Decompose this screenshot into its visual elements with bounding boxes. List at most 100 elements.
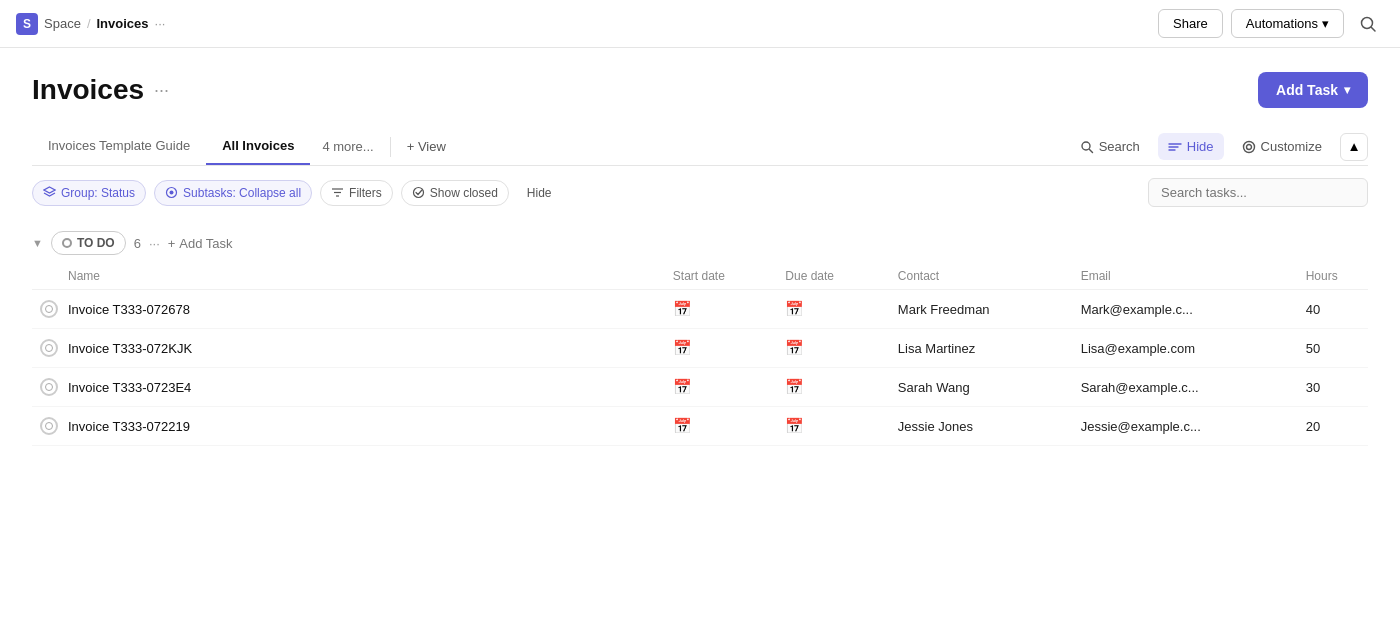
filters-label: Filters	[349, 186, 382, 200]
col-contact: Contact	[890, 263, 1073, 290]
search-label: Search	[1099, 139, 1140, 154]
status-label: TO DO	[77, 236, 115, 250]
search-tasks-input[interactable]	[1148, 178, 1368, 207]
hide-action-button[interactable]: Hide	[1158, 133, 1224, 160]
group-filter-label: Group: Status	[61, 186, 135, 200]
calendar-icon: 📅	[673, 378, 692, 395]
svg-point-14	[413, 188, 423, 198]
show-closed-label: Show closed	[430, 186, 498, 200]
task-name[interactable]: Invoice T333-072KJK	[68, 341, 192, 356]
task-start-date[interactable]: 📅	[665, 368, 778, 407]
space-label: Space	[44, 16, 81, 31]
collapse-icon: ▲	[1347, 139, 1360, 154]
task-name[interactable]: Invoice T333-0723E4	[68, 380, 191, 395]
task-contact: Jessie Jones	[890, 407, 1073, 446]
task-email: Sarah@example.c...	[1073, 368, 1298, 407]
breadcrumb-more[interactable]: ···	[155, 16, 166, 31]
section-add-task[interactable]: + Add Task	[168, 236, 233, 251]
task-email: Jessie@example.c...	[1073, 407, 1298, 446]
task-status-icon[interactable]	[40, 417, 58, 435]
calendar-icon: 📅	[785, 339, 804, 356]
calendar-icon: 📅	[673, 339, 692, 356]
space-icon[interactable]: S	[16, 13, 38, 35]
subtasks-filter[interactable]: Subtasks: Collapse all	[154, 180, 312, 206]
task-name-cell: Invoice T333-072678	[32, 290, 665, 329]
filters-row: Group: Status Subtasks: Collapse all Fil…	[32, 166, 1368, 219]
task-name[interactable]: Invoice T333-072678	[68, 302, 190, 317]
breadcrumb: S Space / Invoices ···	[16, 13, 165, 35]
tab-actions: Search Hide Customize ▲	[1070, 133, 1368, 161]
page-title-more[interactable]: ···	[154, 80, 169, 101]
add-task-section-label: Add Task	[179, 236, 232, 251]
page-title: Invoices	[32, 74, 144, 106]
task-contact: Lisa Martinez	[890, 329, 1073, 368]
add-task-chevron-icon: ▾	[1344, 83, 1350, 97]
svg-line-3	[1089, 149, 1092, 152]
subtasks-icon	[165, 186, 178, 199]
tabs-bar: Invoices Template Guide All Invoices 4 m…	[32, 128, 1368, 166]
tab-collapse-button[interactable]: ▲	[1340, 133, 1368, 161]
tab-add-view[interactable]: + View	[395, 129, 458, 164]
filters-button[interactable]: Filters	[320, 180, 393, 206]
task-start-date[interactable]: 📅	[665, 407, 778, 446]
topbar-actions: Share Automations ▾	[1158, 8, 1384, 40]
task-status-inner-icon	[45, 305, 53, 313]
task-status-icon[interactable]	[40, 300, 58, 318]
status-dot-icon	[62, 238, 72, 248]
status-badge: TO DO	[51, 231, 126, 255]
automations-button[interactable]: Automations ▾	[1231, 9, 1344, 38]
task-due-date[interactable]: 📅	[777, 290, 890, 329]
add-task-button[interactable]: Add Task ▾	[1258, 72, 1368, 108]
table-row: Invoice T333-072KJK 📅 📅 Lisa Martinez Li…	[32, 329, 1368, 368]
svg-point-7	[1246, 144, 1251, 149]
section-header: ▼ TO DO 6 ··· + Add Task	[32, 219, 1368, 263]
add-task-label: Add Task	[1276, 82, 1338, 98]
calendar-icon: 📅	[785, 300, 804, 317]
tab-invoices-template-guide[interactable]: Invoices Template Guide	[32, 128, 206, 165]
page-title-row: Invoices ···	[32, 74, 169, 106]
task-start-date[interactable]: 📅	[665, 329, 778, 368]
topbar: S Space / Invoices ··· Share Automations…	[0, 0, 1400, 48]
add-task-icon: +	[168, 236, 176, 251]
task-name-cell: Invoice T333-0723E4	[32, 368, 665, 407]
task-name[interactable]: Invoice T333-072219	[68, 419, 190, 434]
task-hours: 20	[1298, 407, 1368, 446]
svg-point-0	[1362, 17, 1373, 28]
table-header: Name Start date Due date Contact Email H…	[32, 263, 1368, 290]
tab-all-invoices[interactable]: All Invoices	[206, 128, 310, 165]
task-due-date[interactable]: 📅	[777, 329, 890, 368]
task-due-date[interactable]: 📅	[777, 407, 890, 446]
section-toggle[interactable]: ▼	[32, 237, 43, 249]
show-closed-filter[interactable]: Show closed	[401, 180, 509, 206]
table-row: Invoice T333-0723E4 📅 📅 Sarah Wang Sarah…	[32, 368, 1368, 407]
tab-more[interactable]: 4 more...	[310, 129, 385, 164]
svg-point-10	[170, 191, 174, 195]
col-email: Email	[1073, 263, 1298, 290]
task-status-icon[interactable]	[40, 339, 58, 357]
task-start-date[interactable]: 📅	[665, 290, 778, 329]
topbar-search-button[interactable]	[1352, 8, 1384, 40]
col-hours: Hours	[1298, 263, 1368, 290]
tab-divider	[390, 137, 391, 157]
task-email: Lisa@example.com	[1073, 329, 1298, 368]
breadcrumb-slash: /	[87, 16, 91, 31]
page-header: Invoices ··· Add Task ▾	[32, 72, 1368, 108]
col-start-date: Start date	[665, 263, 778, 290]
section-more-icon[interactable]: ···	[149, 236, 160, 251]
group-status-filter[interactable]: Group: Status	[32, 180, 146, 206]
task-status-inner-icon	[45, 422, 53, 430]
col-due-date: Due date	[777, 263, 890, 290]
task-status-icon[interactable]	[40, 378, 58, 396]
search-icon	[1359, 15, 1377, 33]
automations-chevron-icon: ▾	[1322, 16, 1329, 31]
hide-filter[interactable]: Hide	[517, 181, 562, 205]
task-email: Mark@example.c...	[1073, 290, 1298, 329]
search-icon	[1080, 140, 1094, 154]
search-action-button[interactable]: Search	[1070, 133, 1150, 160]
task-due-date[interactable]: 📅	[777, 368, 890, 407]
task-hours: 30	[1298, 368, 1368, 407]
customize-action-button[interactable]: Customize	[1232, 133, 1332, 160]
share-button[interactable]: Share	[1158, 9, 1223, 38]
task-name-cell: Invoice T333-072KJK	[32, 329, 665, 368]
task-hours: 50	[1298, 329, 1368, 368]
